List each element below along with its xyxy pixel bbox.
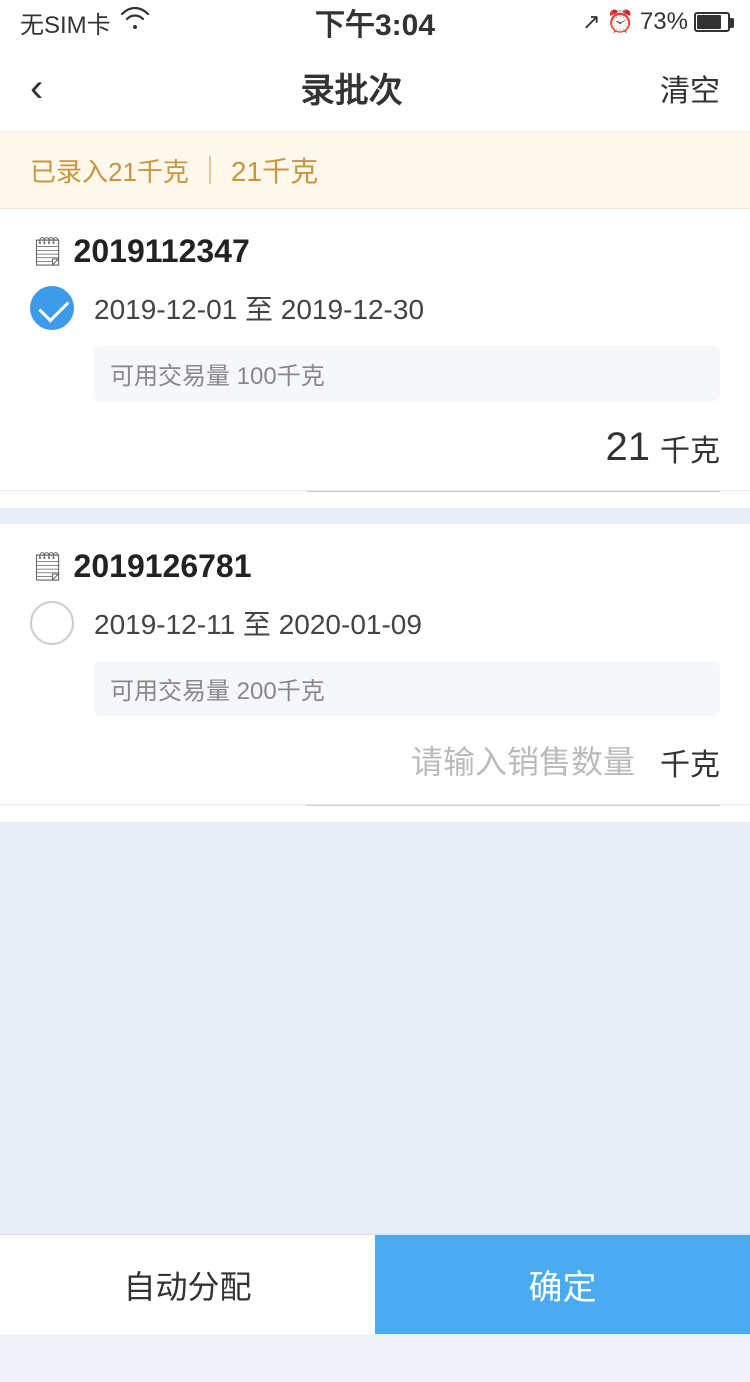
batch-id-1: 2019112347 — [74, 233, 250, 270]
batch-id-2: 2019126781 — [74, 548, 252, 585]
status-bar: 无SIM卡 下午3:04 ↗ ⏰ 73% — [0, 0, 750, 44]
nav-bar: ‹ 录批次 清空 — [0, 44, 750, 132]
batch-date-1: 2019-12-01 至 2019-12-30 — [94, 288, 424, 328]
batch-radio-1[interactable] — [30, 286, 74, 330]
quantity-input-2[interactable] — [350, 744, 650, 781]
batch-available-1: 可用交易量 100千克 — [94, 346, 720, 401]
confirm-button[interactable]: 确定 — [375, 1235, 750, 1334]
carrier-label: 无SIM卡 — [20, 5, 111, 40]
underline-1 — [0, 491, 750, 508]
quantity-unit-1: 千克 — [660, 426, 720, 470]
summary-label: 已录入21千克 — [30, 152, 189, 189]
quantity-unit-2: 千克 — [660, 740, 720, 784]
batch-header-2: 🗒 2019126781 — [0, 524, 750, 593]
quantity-input-wrap-2[interactable] — [30, 744, 650, 781]
clear-button[interactable]: 清空 — [660, 66, 720, 110]
batch-header-1: 🗒 2019112347 — [0, 209, 750, 278]
underline-2 — [0, 805, 750, 822]
battery-label: 73% — [640, 8, 688, 36]
battery-icon — [694, 12, 730, 32]
status-left: 无SIM卡 — [20, 5, 151, 40]
back-button[interactable]: ‹ — [30, 68, 43, 108]
batch-card-2: 🗒 2019126781 2019-12-11 至 2020-01-09 可用交… — [0, 524, 750, 822]
batch-select-row-1: 2019-12-01 至 2019-12-30 — [0, 278, 750, 342]
summary-bar: 已录入21千克 21千克 — [0, 132, 750, 209]
quantity-input-wrap-1: 21 — [30, 425, 650, 470]
alarm-icon: ⏰ — [607, 9, 634, 35]
wifi-icon — [119, 7, 151, 38]
batch-date-2: 2019-12-11 至 2020-01-09 — [94, 603, 422, 643]
bottom-bar: 自动分配 确定 — [0, 1234, 750, 1334]
quantity-row-1: 21 千克 — [0, 405, 750, 491]
card-divider — [0, 508, 750, 524]
location-icon: ↗ — [582, 9, 600, 35]
nav-title: 录批次 — [301, 63, 403, 112]
batch-available-2: 可用交易量 200千克 — [94, 661, 720, 716]
auto-distribute-button[interactable]: 自动分配 — [0, 1235, 375, 1334]
summary-divider — [209, 156, 211, 184]
empty-space — [0, 822, 750, 1282]
batch-icon-2: 🗒 — [30, 550, 66, 583]
summary-value: 21千克 — [231, 150, 318, 190]
quantity-row-2: 千克 — [0, 720, 750, 805]
status-right: ↗ ⏰ 73% — [582, 8, 730, 36]
batch-icon-1: 🗒 — [30, 235, 66, 268]
batch-select-row-2: 2019-12-11 至 2020-01-09 — [0, 593, 750, 657]
batch-radio-2[interactable] — [30, 601, 74, 645]
main-content: 🗒 2019112347 2019-12-01 至 2019-12-30 可用交… — [0, 209, 750, 1382]
batch-card-1: 🗒 2019112347 2019-12-01 至 2019-12-30 可用交… — [0, 209, 750, 508]
quantity-value-1: 21 — [606, 425, 651, 470]
status-time: 下午3:04 — [315, 0, 435, 44]
